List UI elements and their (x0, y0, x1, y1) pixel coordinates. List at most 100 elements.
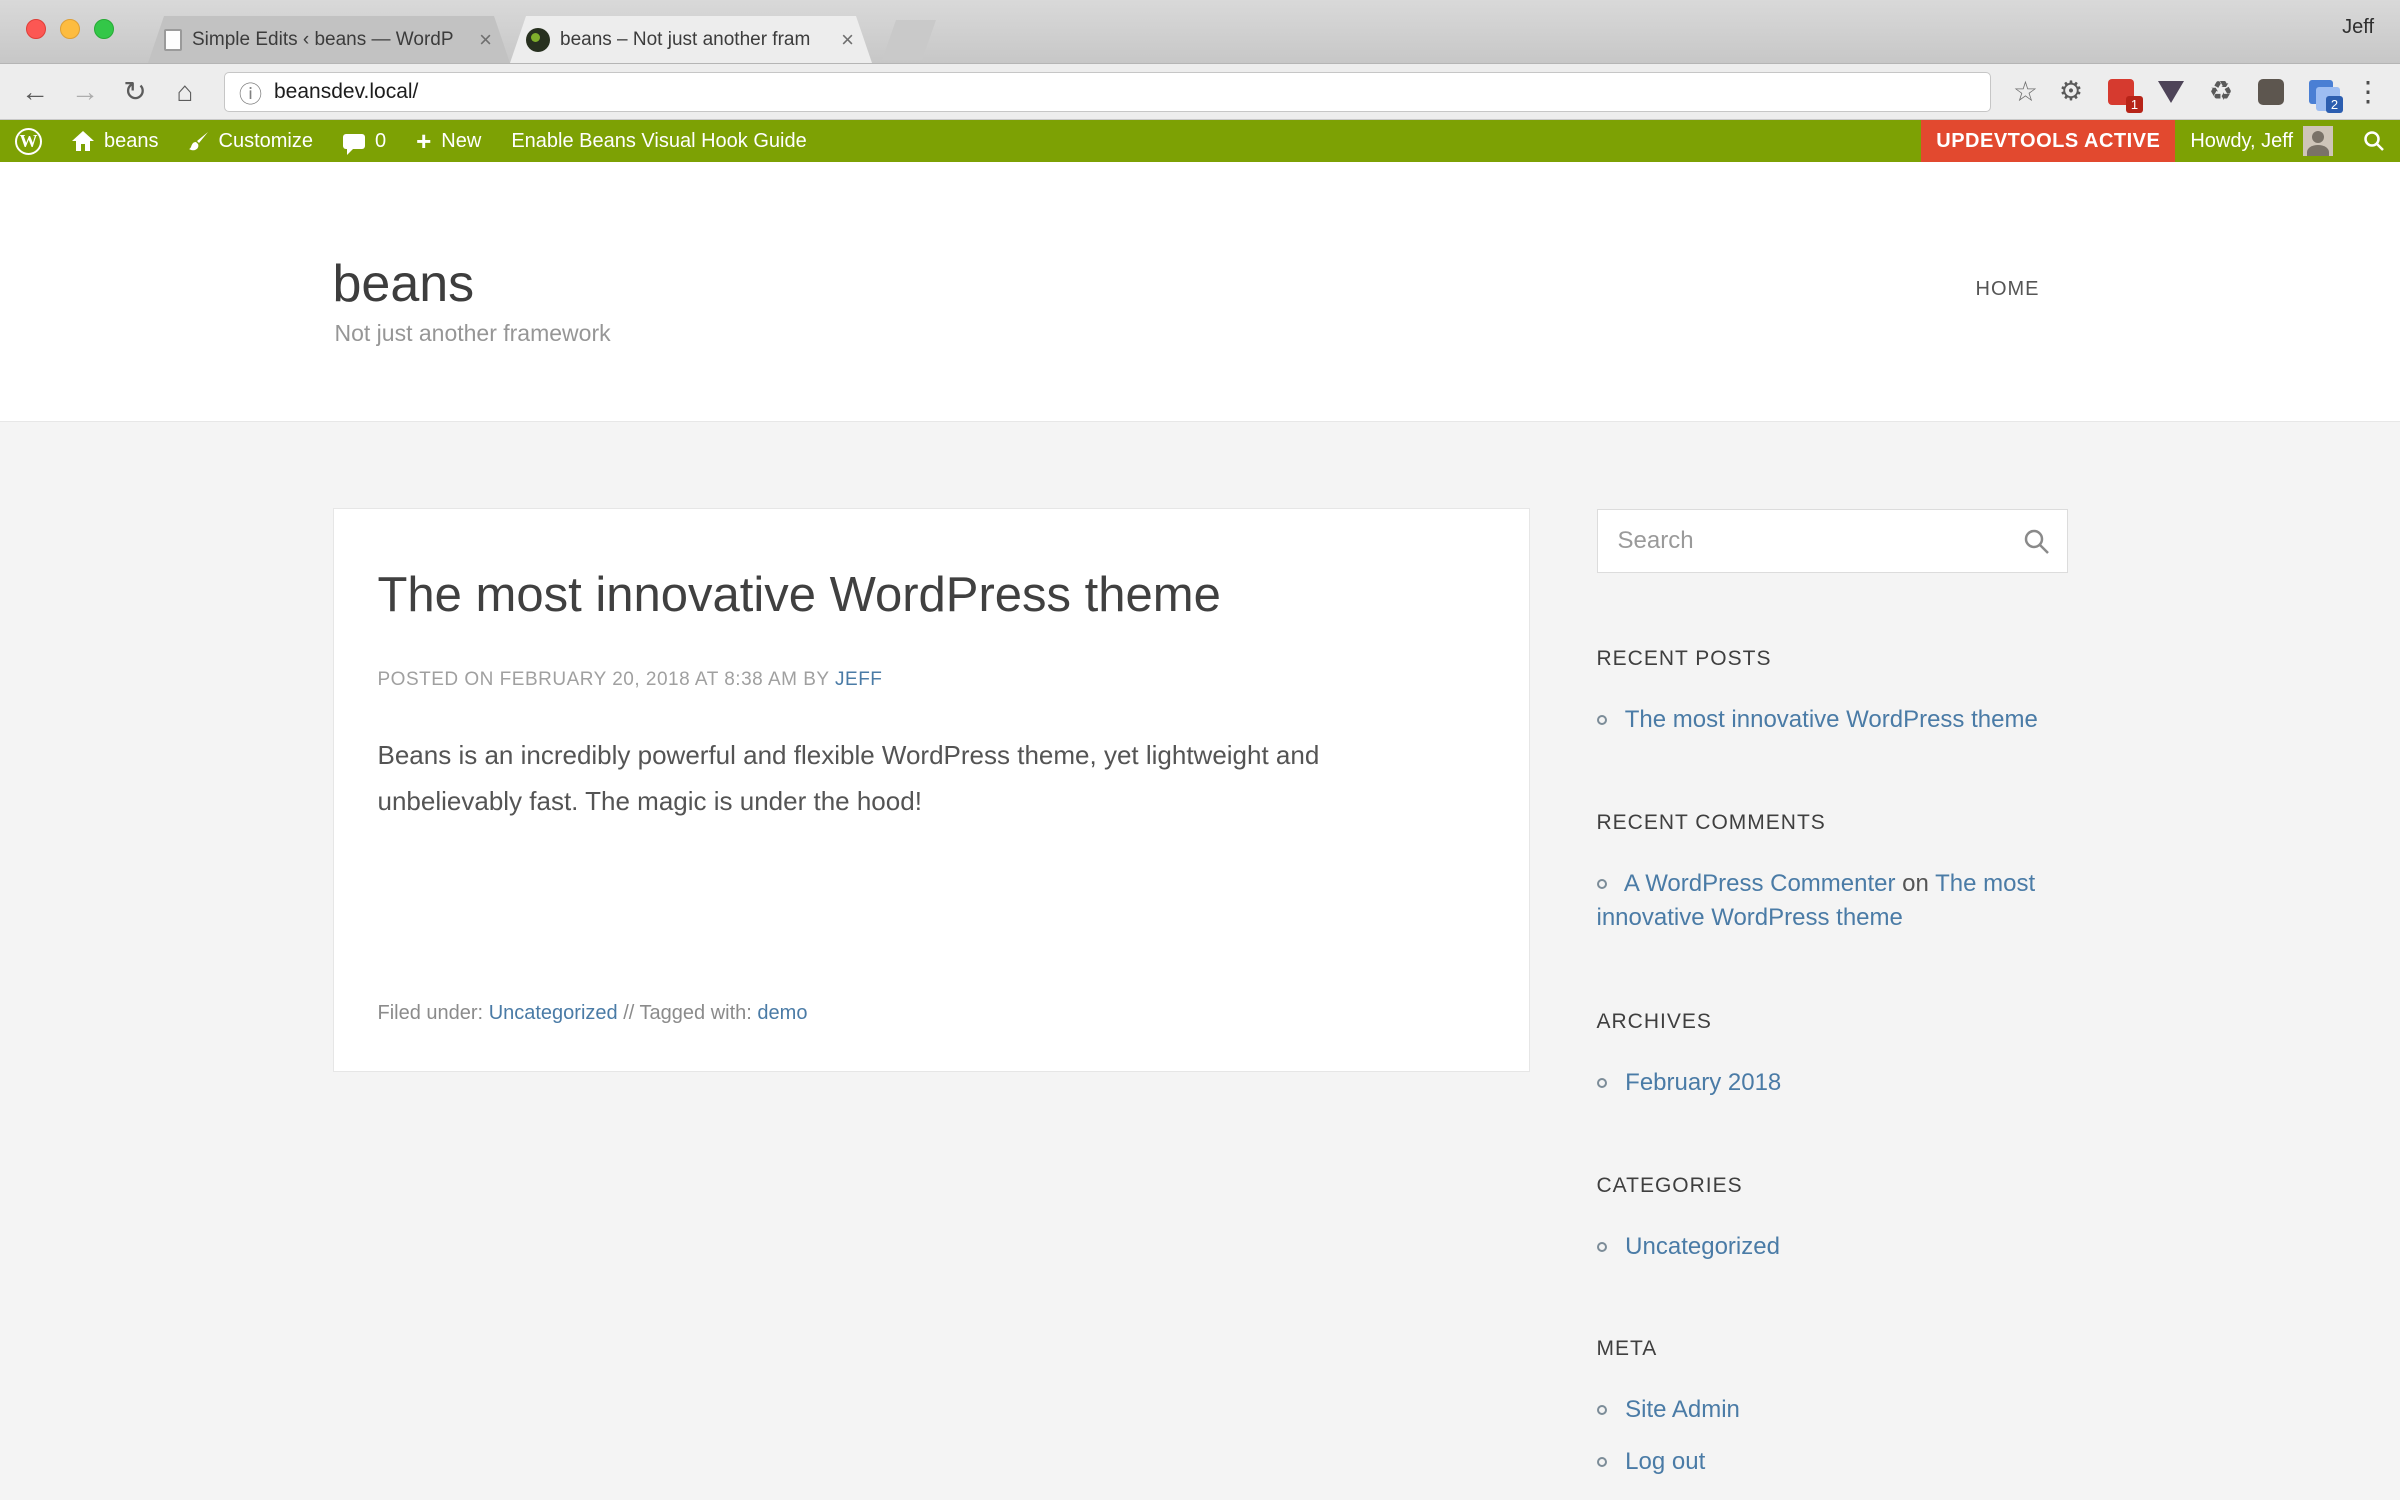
circle-bullet-icon (1596, 1078, 1607, 1089)
reload-button[interactable]: ↻ (118, 77, 152, 106)
page-favicon-icon (164, 29, 182, 51)
hook-guide-label: Enable Beans Visual Hook Guide (511, 129, 807, 152)
tab-title: beans – Not just another fram (560, 28, 811, 50)
admin-bar-new[interactable]: + New (401, 120, 496, 162)
wp-logo-menu[interactable]: W (0, 120, 57, 162)
search-icon[interactable] (2022, 527, 2050, 560)
search-input[interactable] (1596, 509, 2068, 573)
minimize-window-button[interactable] (60, 19, 80, 39)
beans-favicon-icon (526, 28, 550, 52)
tab-title: Simple Edits ‹ beans — WordP (192, 28, 454, 50)
site-title[interactable]: beans (333, 254, 475, 314)
recent-posts-heading: RECENT POSTS (1596, 647, 1772, 670)
admin-bar-comments[interactable]: 0 (328, 120, 401, 162)
log-out-link[interactable]: Log out (1625, 1448, 1705, 1475)
archive-link[interactable]: February 2018 (1625, 1069, 1781, 1096)
forward-button[interactable]: → (68, 77, 102, 106)
extension-red-icon[interactable]: 1 (2104, 75, 2143, 113)
tab-beans-site[interactable]: beans – Not just another fram × (510, 16, 872, 63)
extension-dark-icon[interactable] (2254, 75, 2288, 109)
paintbrush-icon (188, 132, 208, 151)
updevtools-button[interactable]: UPDEVTOOLS ACTIVE (1921, 120, 2176, 162)
circle-bullet-icon (1596, 1456, 1607, 1467)
circle-bullet-icon (1596, 878, 1607, 889)
commenter-link[interactable]: A WordPress Commenter (1624, 870, 1896, 897)
url-text[interactable]: beansdev.local/ (274, 80, 418, 104)
avatar (2303, 126, 2333, 156)
post-meta: POSTED ON FEBRUARY 20, 2018 AT 8:38 AM B… (378, 669, 1485, 691)
list-item: Entries RSS (1597, 1497, 2068, 1500)
wp-admin-bar: W beans Customize 0 + New Enable Beans V… (0, 120, 2400, 162)
list-item: Uncategorized (1596, 1230, 2068, 1264)
close-window-button[interactable] (26, 19, 46, 39)
tab-close-icon[interactable]: × (479, 29, 492, 51)
circle-bullet-icon (1596, 1405, 1607, 1416)
comments-count: 0 (374, 129, 387, 152)
extension-blue-icon[interactable]: 2 (2304, 75, 2343, 113)
post-title[interactable]: The most innovative WordPress theme (378, 567, 1485, 623)
dark-extension-icon (2258, 78, 2284, 105)
recycle-icon: ♻ (2208, 76, 2234, 106)
post-body: Beans is an incredibly powerful and flex… (377, 740, 1320, 816)
tag-link[interactable]: demo (757, 1002, 807, 1024)
updevtools-label: UPDEVTOOLS ACTIVE (1936, 129, 2161, 152)
meta-heading: META (1596, 1337, 1658, 1361)
tab-strip: Simple Edits ‹ beans — WordP × beans – N… (0, 0, 2400, 64)
window-controls (26, 19, 114, 39)
browser-tabs: Simple Edits ‹ beans — WordP × beans – N… (148, 16, 936, 63)
category-link[interactable]: Uncategorized (489, 1002, 618, 1024)
customize-label: Customize (218, 129, 313, 152)
admin-bar-spacer (822, 120, 1922, 162)
recent-comments-heading: RECENT COMMENTS (1596, 810, 1826, 834)
admin-bar-my-account[interactable]: Howdy, Jeff (2175, 120, 2348, 162)
home-button[interactable]: ⌂ (168, 77, 202, 106)
recent-comment-item: A WordPress Commenter on The most innova… (1596, 867, 2068, 937)
page-content: The most innovative WordPress theme POST… (0, 421, 2400, 1500)
nav-home-link[interactable]: HOME (1976, 278, 2040, 300)
admin-bar-site-name[interactable]: beans (57, 120, 174, 162)
site-name-label: beans (104, 129, 159, 152)
gear-icon: ⚙ (2058, 76, 2084, 106)
site-info-icon[interactable]: ⓘ (239, 75, 262, 109)
browser-toolbar: ← → ↻ ⌂ ⓘ beansdev.local/ ☆ ⚙ 1 ♻ 2 ⋮ (0, 64, 2400, 120)
category-sidebar-link[interactable]: Uncategorized (1625, 1233, 1780, 1260)
browser-menu-icon[interactable]: ⋮ (2354, 75, 2382, 108)
categories-heading: CATEGORIES (1596, 1173, 1743, 1197)
admin-bar-hook-guide[interactable]: Enable Beans Visual Hook Guide (496, 120, 821, 162)
back-button[interactable]: ← (18, 77, 52, 106)
extension-gear-icon[interactable]: ⚙ (2054, 75, 2088, 109)
recent-posts-list: The most innovative WordPress theme (1596, 703, 2068, 737)
archives-list: February 2018 (1596, 1066, 2068, 1100)
main-nav: HOME (1976, 278, 2040, 301)
bookmark-star-icon[interactable]: ☆ (2013, 75, 2038, 108)
address-bar[interactable]: ⓘ beansdev.local/ (224, 71, 1991, 112)
admin-bar-search[interactable] (2348, 120, 2400, 162)
browser-profile-name[interactable]: Jeff (2342, 16, 2374, 39)
extension-badge: 1 (2126, 95, 2143, 113)
post-author-link[interactable]: JEFF (835, 669, 882, 690)
extension-recycle-icon[interactable]: ♻ (2204, 75, 2238, 109)
post-footer: Filed under: Uncategorized // Tagged wit… (378, 1002, 1485, 1025)
admin-bar-customize[interactable]: Customize (174, 120, 328, 162)
post-meta-text: POSTED ON FEBRUARY 20, 2018 AT 8:38 AM B… (377, 669, 830, 690)
list-item: Site Admin (1596, 1393, 2068, 1427)
footer-separator: // (623, 1002, 635, 1024)
zoom-window-button[interactable] (94, 19, 114, 39)
tab-wp-admin[interactable]: Simple Edits ‹ beans — WordP × (148, 16, 510, 63)
archives-heading: ARCHIVES (1596, 1010, 1712, 1034)
site-admin-link[interactable]: Site Admin (1625, 1396, 1740, 1423)
list-item: Log out (1596, 1445, 2068, 1479)
search-widget (1596, 509, 2068, 573)
extension-funnel-icon[interactable] (2154, 75, 2188, 109)
site-tagline: Not just another framework (334, 320, 611, 346)
funnel-icon (2158, 80, 2184, 103)
post-article: The most innovative WordPress theme POST… (332, 508, 1530, 1072)
circle-bullet-icon (1596, 1241, 1607, 1252)
extension-badge: 2 (2326, 95, 2343, 113)
browser-window: Simple Edits ‹ beans — WordP × beans – N… (0, 0, 2400, 120)
new-tab-button[interactable] (882, 20, 936, 60)
home-icon (72, 131, 94, 151)
recent-post-link[interactable]: The most innovative WordPress theme (1625, 706, 2038, 733)
wordpress-logo-icon: W (15, 127, 42, 155)
tab-close-icon[interactable]: × (841, 29, 854, 51)
